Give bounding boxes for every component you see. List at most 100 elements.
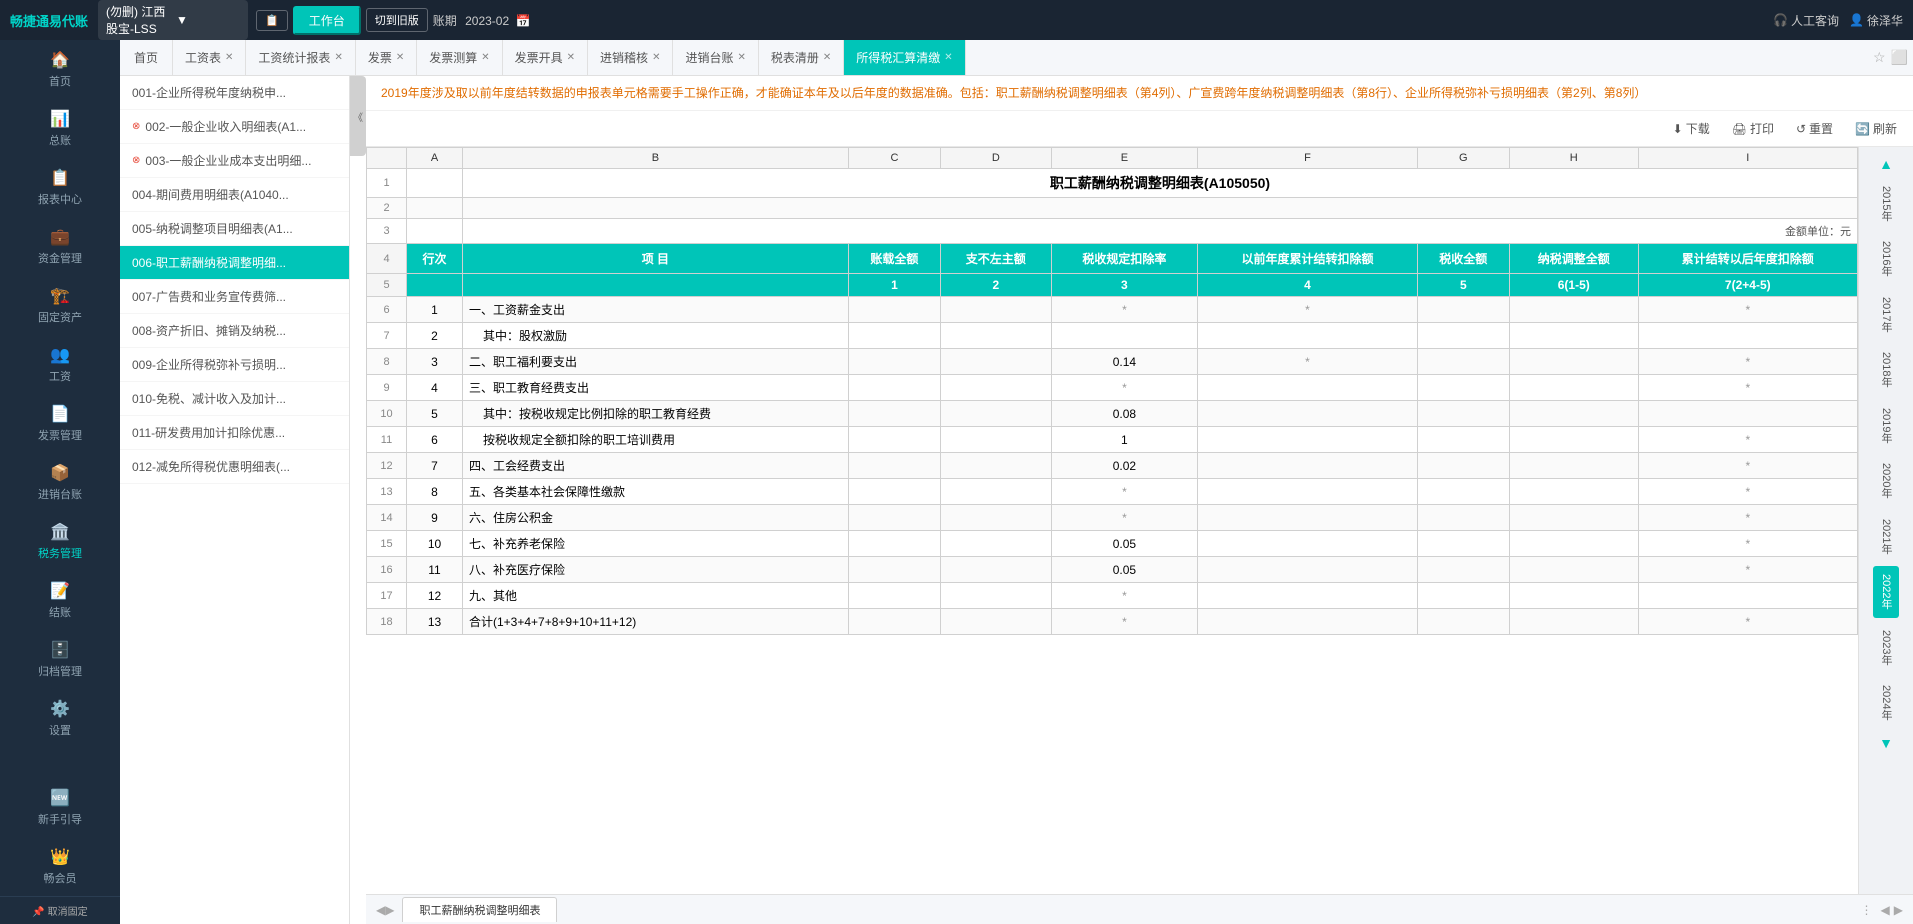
- table-row: 15 10 七、补充养老保险 0.05: [367, 531, 1858, 557]
- year-2015[interactable]: 2015年: [1873, 178, 1899, 229]
- collapse-button[interactable]: 《: [350, 76, 366, 156]
- sidebar-label-report: 报表中心: [38, 191, 82, 207]
- tab-purchase-ledger[interactable]: 进销台账 ✕: [673, 40, 758, 76]
- sidebar-item-archive[interactable]: 🗄️ 归档管理: [0, 630, 120, 689]
- print-button[interactable]: 🖨 打印: [1726, 117, 1780, 140]
- year-2019[interactable]: 2019年: [1873, 400, 1899, 451]
- table-row: 7 2 其中：股权激励: [367, 323, 1858, 349]
- sidebar-item-tax[interactable]: 🏛️ 税务管理: [0, 512, 120, 571]
- bottom-sheet-tab[interactable]: 职工薪酬纳税调整明细表: [402, 897, 557, 922]
- sidebar-item-member[interactable]: 👑 畅会员: [0, 837, 120, 896]
- tab-payroll-report[interactable]: 工资统计报表 ✕: [246, 40, 355, 76]
- error-icon-1: ⊗: [132, 121, 140, 132]
- tab-close-payroll[interactable]: ✕: [225, 52, 233, 63]
- table-row: 13 8 五、各类基本社会保障性缴款 *: [367, 479, 1858, 505]
- switch-old-button[interactable]: 切到旧版: [366, 8, 428, 32]
- table-row: 2: [367, 198, 1858, 219]
- sidebar-item-report[interactable]: 📋 报表中心: [0, 158, 120, 217]
- sidebar-item-guide[interactable]: 🆕 新手引导: [0, 778, 120, 837]
- sidebar-item-asset[interactable]: 🏗️ 固定资产: [0, 276, 120, 335]
- year-2020[interactable]: 2020年: [1873, 455, 1899, 506]
- left-panel-item-4[interactable]: 005-纳税调整项目明细表(A1...: [120, 212, 349, 246]
- year-2017[interactable]: 2017年: [1873, 289, 1899, 340]
- refresh-button[interactable]: 🔄 刷新: [1849, 117, 1903, 140]
- right-panel: 2019年度涉及取以前年度结转数据的申报表单元格需要手工操作正确，才能确证本年及…: [366, 76, 1913, 924]
- sidebar-item-settings[interactable]: ⚙️ 设置: [0, 689, 120, 748]
- tab-invoice[interactable]: 发票 ✕: [356, 40, 417, 76]
- maximize-icon[interactable]: ⬜: [1891, 49, 1908, 66]
- star-icon[interactable]: ☆: [1873, 49, 1886, 66]
- sidebar-item-sales[interactable]: 📦 进销台账: [0, 453, 120, 512]
- left-panel-item-7[interactable]: 008-资产折旧、摊销及纳税...: [120, 314, 349, 348]
- tab-income-tax[interactable]: 所得税汇算清缴 ✕: [844, 40, 965, 76]
- reset-button[interactable]: ↺ 重置: [1790, 117, 1839, 140]
- left-panel-item-10[interactable]: 011-研发费用加计扣除优惠...: [120, 416, 349, 450]
- settings-icon: ⚙️: [50, 699, 70, 719]
- tab-invoice-open[interactable]: 发票开具 ✕: [503, 40, 588, 76]
- tab-close-purchase-check[interactable]: ✕: [652, 52, 660, 63]
- col-A: A: [407, 148, 463, 169]
- scroll-right-icon[interactable]: ▶: [1894, 903, 1903, 917]
- sidebar-label-invoice: 发票管理: [38, 427, 82, 443]
- tab-close-invoice-open[interactable]: ✕: [567, 52, 575, 63]
- tab-home[interactable]: 首页: [120, 40, 173, 76]
- year-2016[interactable]: 2016年: [1873, 233, 1899, 284]
- cancel-fixed-button[interactable]: 📌 取消固定: [0, 896, 120, 924]
- support-item[interactable]: 🎧 人工客询: [1773, 12, 1839, 29]
- next-sheet-button[interactable]: ▶: [385, 903, 394, 917]
- col-B: B: [462, 148, 848, 169]
- sidebar-item-invoice[interactable]: 📄 发票管理: [0, 394, 120, 453]
- scroll-left-icon[interactable]: ◀: [1881, 903, 1890, 917]
- member-icon: 👑: [50, 847, 70, 867]
- left-panel-item-8[interactable]: 009-企业所得税弥补亏损明...: [120, 348, 349, 382]
- sidebar-label-ledger: 总账: [49, 132, 71, 148]
- user-item[interactable]: 👤 徐泽华: [1849, 12, 1903, 29]
- tab-close-payroll-report[interactable]: ✕: [334, 52, 342, 63]
- year-2024[interactable]: 2024年: [1873, 677, 1899, 728]
- tab-close-tax-register[interactable]: ✕: [823, 52, 831, 63]
- left-panel-item-0[interactable]: 001-企业所得税年度纳税申...: [120, 76, 349, 110]
- tab-tax-register[interactable]: 税表清册 ✕: [759, 40, 844, 76]
- sidebar: 🏠 首页 📊 总账 📋 报表中心 💼 资金管理 🏗️ 固定资产 👥 工资: [0, 40, 120, 924]
- tab-close-invoice[interactable]: ✕: [396, 52, 404, 63]
- tab-purchase-check[interactable]: 进销稽核 ✕: [588, 40, 673, 76]
- left-panel-item-3[interactable]: 004-期间费用明细表(A1040...: [120, 178, 349, 212]
- sidebar-item-home[interactable]: 🏠 首页: [0, 40, 120, 99]
- left-panel-item-9[interactable]: 010-免税、减计收入及加计...: [120, 382, 349, 416]
- sidebar-label-fund: 资金管理: [38, 250, 82, 266]
- left-panel-item-11[interactable]: 012-减免所得税优惠明细表(...: [120, 450, 349, 484]
- year-down-button[interactable]: ▼: [1875, 731, 1897, 755]
- year-2018[interactable]: 2018年: [1873, 344, 1899, 395]
- top-right: 🎧 人工客询 👤 徐泽华: [1773, 12, 1903, 29]
- tab-close-income-tax[interactable]: ✕: [944, 52, 952, 63]
- pin-icon: 📌: [32, 907, 44, 918]
- copy-button[interactable]: 📋: [256, 10, 288, 31]
- sidebar-item-payroll[interactable]: 👥 工资: [0, 335, 120, 394]
- tab-payroll[interactable]: 工资表 ✕: [173, 40, 246, 76]
- left-panel-item-2[interactable]: ⊗ 003-一般企业业成本支出明细...: [120, 144, 349, 178]
- workbench-button[interactable]: 工作台: [293, 6, 361, 35]
- sidebar-label-archive: 归档管理: [38, 663, 82, 679]
- refresh-icon: 🔄: [1855, 122, 1870, 136]
- year-2023[interactable]: 2023年: [1873, 622, 1899, 673]
- tab-close-invoice-calc[interactable]: ✕: [481, 52, 489, 63]
- sidebar-label-home: 首页: [49, 73, 71, 89]
- left-panel-item-6[interactable]: 007-广告费和业务宣传费筛...: [120, 280, 349, 314]
- prev-sheet-button[interactable]: ◀: [376, 903, 385, 917]
- sidebar-label-asset: 固定资产: [38, 309, 82, 325]
- table-row: 6 1 一、工资薪金支出 * *: [367, 297, 1858, 323]
- tab-close-purchase-ledger[interactable]: ✕: [737, 52, 745, 63]
- sidebar-item-fund[interactable]: 💼 资金管理: [0, 217, 120, 276]
- download-button[interactable]: ⬇ 下载: [1667, 117, 1716, 140]
- sidebar-item-close[interactable]: 📝 结账: [0, 571, 120, 630]
- sidebar-item-ledger[interactable]: 📊 总账: [0, 99, 120, 158]
- left-panel-item-1[interactable]: ⊗ 002-一般企业收入明细表(A1...: [120, 110, 349, 144]
- company-selector[interactable]: (勿删) 江西股宝-LSS ▼: [98, 0, 248, 40]
- year-2022[interactable]: 2022年: [1873, 566, 1899, 617]
- table-row: 9 4 三、职工教育经费支出 *: [367, 375, 1858, 401]
- sheet-options-icon[interactable]: ⋮: [1861, 903, 1873, 917]
- year-up-button[interactable]: ▲: [1875, 152, 1897, 176]
- left-panel-item-5[interactable]: 006-职工薪酬纳税调整明细...: [120, 246, 349, 280]
- year-2021[interactable]: 2021年: [1873, 511, 1899, 562]
- tab-invoice-calc[interactable]: 发票测算 ✕: [417, 40, 502, 76]
